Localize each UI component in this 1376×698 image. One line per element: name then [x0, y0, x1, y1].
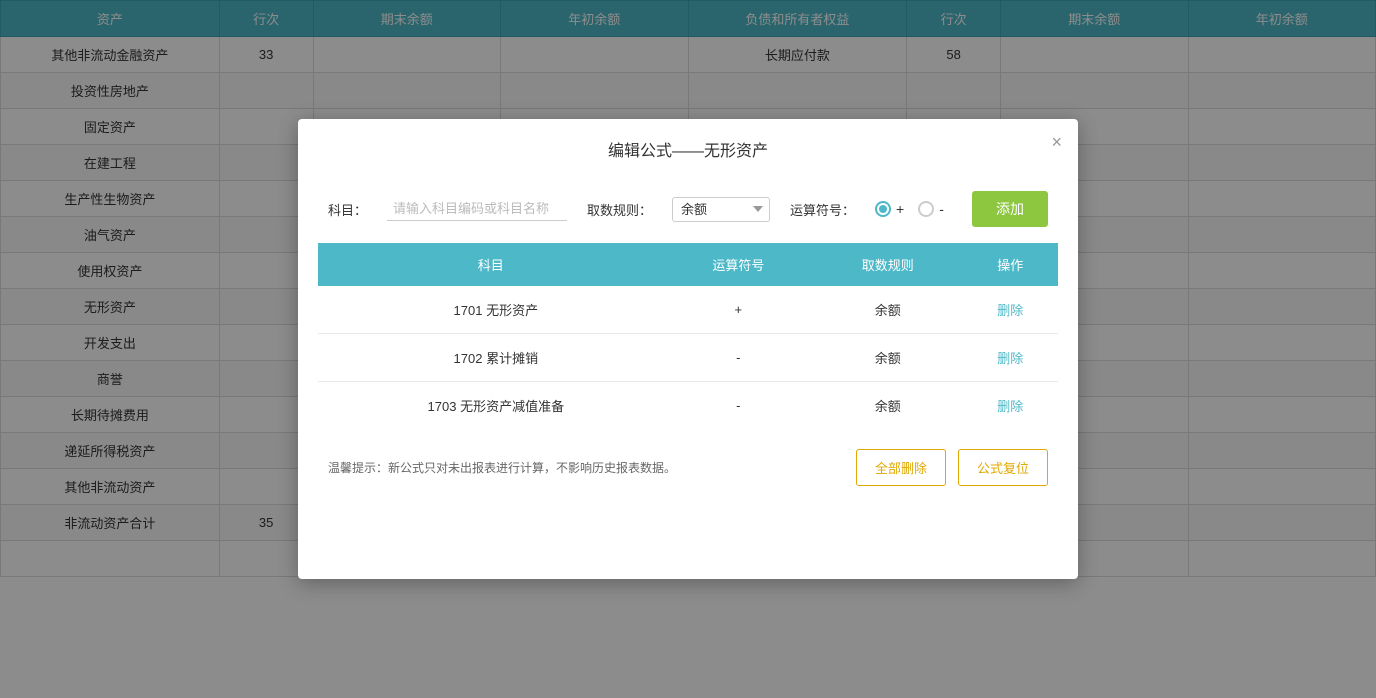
data-table-wrap: 科目 运算符号 取数规则 操作 1701 无形资产+余额删除1702 累计摊销-… — [298, 243, 1078, 429]
modal-title: 编辑公式——无形资产 — [608, 143, 768, 160]
formula-operator: - — [664, 382, 813, 430]
radio-plus-circle — [875, 201, 891, 217]
rule-select[interactable]: 余额借方贷方借方发生额贷方发生额 — [672, 197, 770, 222]
delete-row-button[interactable]: 删除 — [997, 399, 1023, 414]
reset-formula-button[interactable]: 公式复位 — [958, 449, 1048, 486]
operator-radio-group: + - — [875, 201, 944, 217]
delete-row-button[interactable]: 删除 — [997, 303, 1023, 318]
col-operator: 运算符号 — [664, 243, 813, 286]
col-action: 操作 — [962, 243, 1058, 286]
formula-operator: + — [664, 286, 813, 334]
subject-input[interactable] — [387, 197, 567, 221]
formula-table: 科目 运算符号 取数规则 操作 1701 无形资产+余额删除1702 累计摊销-… — [318, 243, 1058, 429]
add-button[interactable]: 添加 — [972, 191, 1048, 227]
main-container: 资产 行次 期末余额 年初余额 负债和所有者权益 行次 期末余额 年初余额 其他… — [0, 0, 1376, 698]
formula-subject: 1703 无形资产减值准备 — [318, 382, 664, 430]
rule-label: 取数规则： — [587, 200, 652, 219]
modal-header: 编辑公式——无形资产 × — [298, 119, 1078, 177]
formula-rule: 余额 — [813, 382, 962, 430]
formula-rule: 余额 — [813, 334, 962, 382]
tip-text: 温馨提示：新公式只对未出报表进行计算，不影响历史报表数据。 — [328, 459, 676, 476]
formula-action: 删除 — [962, 286, 1058, 334]
delete-all-button[interactable]: 全部删除 — [856, 449, 946, 486]
radio-minus-circle — [918, 201, 934, 217]
modal-close-button[interactable]: × — [1051, 133, 1062, 151]
modal-overlay: 编辑公式——无形资产 × 科目： 取数规则： 余额借方贷方借方发生额贷方发生额 … — [0, 0, 1376, 698]
formula-subject: 1701 无形资产 — [318, 286, 664, 334]
formula-row: 1703 无形资产减值准备-余额 删除 — [318, 382, 1058, 430]
formula-row: 1701 无形资产+余额 删除 — [318, 286, 1058, 334]
radio-plus-label: + — [896, 201, 904, 217]
formula-subject: 1702 累计摊销 — [318, 334, 664, 382]
radio-minus-label: - — [939, 201, 944, 217]
rule-select-wrap: 余额借方贷方借方发生额贷方发生额 — [672, 197, 770, 222]
formula-operator: - — [664, 334, 813, 382]
formula-action: 删除 — [962, 334, 1058, 382]
modal-footer: 温馨提示：新公式只对未出报表进行计算，不影响历史报表数据。 全部删除 公式复位 — [298, 429, 1078, 496]
formula-row: 1702 累计摊销-余额 删除 — [318, 334, 1058, 382]
subject-label: 科目： — [328, 200, 367, 219]
formula-action: 删除 — [962, 382, 1058, 430]
modal-dialog: 编辑公式——无形资产 × 科目： 取数规则： 余额借方贷方借方发生额贷方发生额 … — [298, 119, 1078, 579]
delete-row-button[interactable]: 删除 — [997, 351, 1023, 366]
radio-minus[interactable]: - — [918, 201, 944, 217]
col-subject: 科目 — [318, 243, 664, 286]
operator-label: 运算符号： — [790, 200, 855, 219]
formula-rule: 余额 — [813, 286, 962, 334]
radio-plus[interactable]: + — [875, 201, 904, 217]
form-row: 科目： 取数规则： 余额借方贷方借方发生额贷方发生额 运算符号： + - — [298, 177, 1078, 243]
footer-buttons: 全部删除 公式复位 — [856, 449, 1048, 486]
col-rule: 取数规则 — [813, 243, 962, 286]
